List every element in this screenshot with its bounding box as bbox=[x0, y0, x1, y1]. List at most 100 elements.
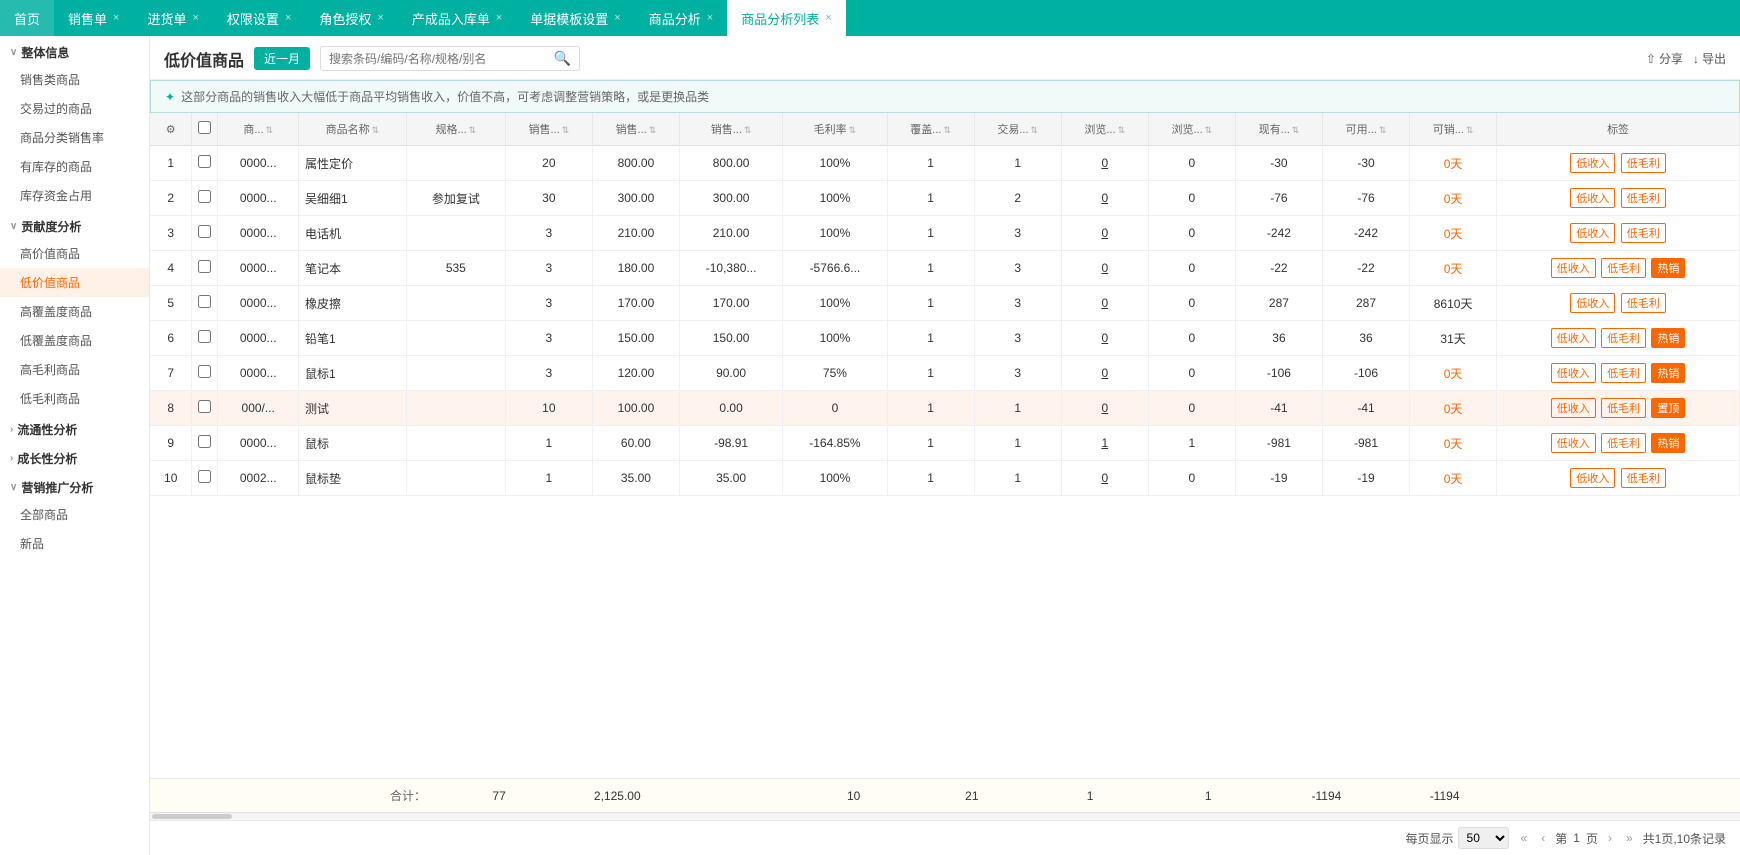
col-settings[interactable]: ⚙ bbox=[150, 113, 192, 146]
row-browse1[interactable]: 0 bbox=[1061, 356, 1148, 391]
row-browse1[interactable]: 0 bbox=[1061, 321, 1148, 356]
col-name[interactable]: 商品名称⇅ bbox=[299, 113, 407, 146]
row-checkbox-cell[interactable] bbox=[192, 216, 218, 251]
horizontal-scrollbar[interactable] bbox=[150, 812, 1740, 820]
sidebar-item-low-profit[interactable]: 低毛利商品 bbox=[0, 384, 149, 413]
row-browse1[interactable]: 0 bbox=[1061, 461, 1148, 496]
sidebar-item-new-goods[interactable]: 新品 bbox=[0, 529, 149, 558]
row-checkbox[interactable] bbox=[198, 260, 211, 273]
browse-link[interactable]: 0 bbox=[1101, 401, 1108, 415]
sidebar-item-stock-goods[interactable]: 有库存的商品 bbox=[0, 152, 149, 181]
col-spec[interactable]: 规格...⇅ bbox=[406, 113, 505, 146]
sidebar-group-general[interactable]: ∨ 整体信息 bbox=[0, 36, 149, 65]
row-checkbox[interactable] bbox=[198, 365, 211, 378]
search-input[interactable] bbox=[329, 52, 554, 66]
row-checkbox[interactable] bbox=[198, 190, 211, 203]
sidebar-item-stock-capital[interactable]: 库存资金占用 bbox=[0, 181, 149, 210]
sidebar-group-marketing[interactable]: ∨ 营销推广分析 bbox=[0, 471, 149, 500]
first-page-button[interactable]: « bbox=[1517, 829, 1532, 847]
sidebar-group-growth[interactable]: › 成长性分析 bbox=[0, 442, 149, 471]
col-browse2[interactable]: 浏览...⇅ bbox=[1148, 113, 1235, 146]
sidebar-group-contribution[interactable]: ∨ 贡献度分析 bbox=[0, 210, 149, 239]
browse-link[interactable]: 0 bbox=[1101, 156, 1108, 170]
browse-link[interactable]: 0 bbox=[1101, 191, 1108, 205]
row-browse1[interactable]: 0 bbox=[1061, 286, 1148, 321]
close-icon[interactable]: × bbox=[496, 12, 502, 24]
row-checkbox-cell[interactable] bbox=[192, 391, 218, 426]
row-checkbox-cell[interactable] bbox=[192, 286, 218, 321]
nav-item-role[interactable]: 角色授权 × bbox=[305, 0, 397, 36]
row-checkbox[interactable] bbox=[198, 435, 211, 448]
col-browse1[interactable]: 浏览...⇅ bbox=[1061, 113, 1148, 146]
next-page-button[interactable]: › bbox=[1604, 829, 1616, 847]
sidebar-item-high-profit[interactable]: 高毛利商品 bbox=[0, 355, 149, 384]
per-page-select[interactable]: 50 100 200 bbox=[1458, 827, 1509, 849]
browse-link[interactable]: 1 bbox=[1101, 436, 1108, 450]
close-icon[interactable]: × bbox=[192, 12, 198, 24]
nav-item-template[interactable]: 单据模板设置 × bbox=[516, 0, 634, 36]
col-checkbox[interactable] bbox=[192, 113, 218, 146]
sidebar-item-category-rate[interactable]: 商品分类销售率 bbox=[0, 123, 149, 152]
browse-link[interactable]: 0 bbox=[1101, 366, 1108, 380]
col-code[interactable]: 商...⇅ bbox=[218, 113, 299, 146]
sidebar-item-all-goods[interactable]: 全部商品 bbox=[0, 500, 149, 529]
prev-page-button[interactable]: ‹ bbox=[1537, 829, 1549, 847]
row-browse1[interactable]: 1 bbox=[1061, 426, 1148, 461]
close-icon[interactable]: × bbox=[113, 12, 119, 24]
browse-link[interactable]: 0 bbox=[1101, 296, 1108, 310]
nav-item-purchase[interactable]: 进货单 × bbox=[133, 0, 212, 36]
col-avail[interactable]: 可用...⇅ bbox=[1322, 113, 1409, 146]
nav-item-home[interactable]: 首页 bbox=[0, 0, 54, 36]
scrollbar-thumb[interactable] bbox=[152, 814, 232, 819]
col-days[interactable]: 可销...⇅ bbox=[1410, 113, 1497, 146]
export-button[interactable]: ↓ 导出 bbox=[1693, 50, 1726, 67]
nav-item-product[interactable]: 产成品入库单 × bbox=[398, 0, 516, 36]
nav-item-analysis-list[interactable]: 商品分析列表 × bbox=[727, 0, 845, 36]
share-button[interactable]: ⇧ 分享 bbox=[1646, 50, 1683, 67]
col-qty[interactable]: 销售...⇅ bbox=[505, 113, 592, 146]
row-browse1[interactable]: 0 bbox=[1061, 181, 1148, 216]
row-checkbox-cell[interactable] bbox=[192, 356, 218, 391]
col-stock[interactable]: 现有...⇅ bbox=[1235, 113, 1322, 146]
row-checkbox[interactable] bbox=[198, 470, 211, 483]
browse-link[interactable]: 0 bbox=[1101, 331, 1108, 345]
sidebar-item-high-coverage[interactable]: 高覆盖度商品 bbox=[0, 297, 149, 326]
sidebar-group-circulation[interactable]: › 流通性分析 bbox=[0, 413, 149, 442]
col-coverage[interactable]: 覆盖...⇅ bbox=[887, 113, 974, 146]
filter-recent-month-button[interactable]: 近一月 bbox=[254, 47, 310, 70]
browse-link[interactable]: 0 bbox=[1101, 471, 1108, 485]
row-browse1[interactable]: 0 bbox=[1061, 251, 1148, 286]
col-sale2[interactable]: 销售...⇅ bbox=[679, 113, 782, 146]
row-checkbox[interactable] bbox=[198, 295, 211, 308]
row-checkbox-cell[interactable] bbox=[192, 181, 218, 216]
col-rate[interactable]: 毛利率⇅ bbox=[783, 113, 887, 146]
row-checkbox-cell[interactable] bbox=[192, 321, 218, 356]
sidebar-item-high-value[interactable]: 高价值商品 bbox=[0, 239, 149, 268]
row-browse1[interactable]: 0 bbox=[1061, 391, 1148, 426]
row-checkbox-cell[interactable] bbox=[192, 146, 218, 181]
row-checkbox[interactable] bbox=[198, 155, 211, 168]
col-trade[interactable]: 交易...⇅ bbox=[974, 113, 1061, 146]
row-checkbox-cell[interactable] bbox=[192, 426, 218, 461]
row-browse1[interactable]: 0 bbox=[1061, 146, 1148, 181]
browse-link[interactable]: 0 bbox=[1101, 226, 1108, 240]
nav-item-analysis[interactable]: 商品分析 × bbox=[635, 0, 727, 36]
close-icon[interactable]: × bbox=[707, 12, 713, 24]
select-all-checkbox[interactable] bbox=[198, 121, 211, 134]
row-checkbox-cell[interactable] bbox=[192, 251, 218, 286]
search-icon[interactable]: 🔍 bbox=[554, 50, 571, 67]
close-icon[interactable]: × bbox=[377, 12, 383, 24]
row-checkbox[interactable] bbox=[198, 330, 211, 343]
close-icon[interactable]: × bbox=[825, 12, 831, 24]
row-checkbox[interactable] bbox=[198, 225, 211, 238]
sidebar-item-low-value[interactable]: 低价值商品 bbox=[0, 268, 149, 297]
nav-item-permission[interactable]: 权限设置 × bbox=[213, 0, 305, 36]
sidebar-item-low-coverage[interactable]: 低覆盖度商品 bbox=[0, 326, 149, 355]
sidebar-item-traded-goods[interactable]: 交易过的商品 bbox=[0, 94, 149, 123]
col-sale1[interactable]: 销售...⇅ bbox=[592, 113, 679, 146]
close-icon[interactable]: × bbox=[285, 12, 291, 24]
row-checkbox-cell[interactable] bbox=[192, 461, 218, 496]
sidebar-item-sales-goods[interactable]: 销售类商品 bbox=[0, 65, 149, 94]
nav-item-sales[interactable]: 销售单 × bbox=[54, 0, 133, 36]
row-browse1[interactable]: 0 bbox=[1061, 216, 1148, 251]
